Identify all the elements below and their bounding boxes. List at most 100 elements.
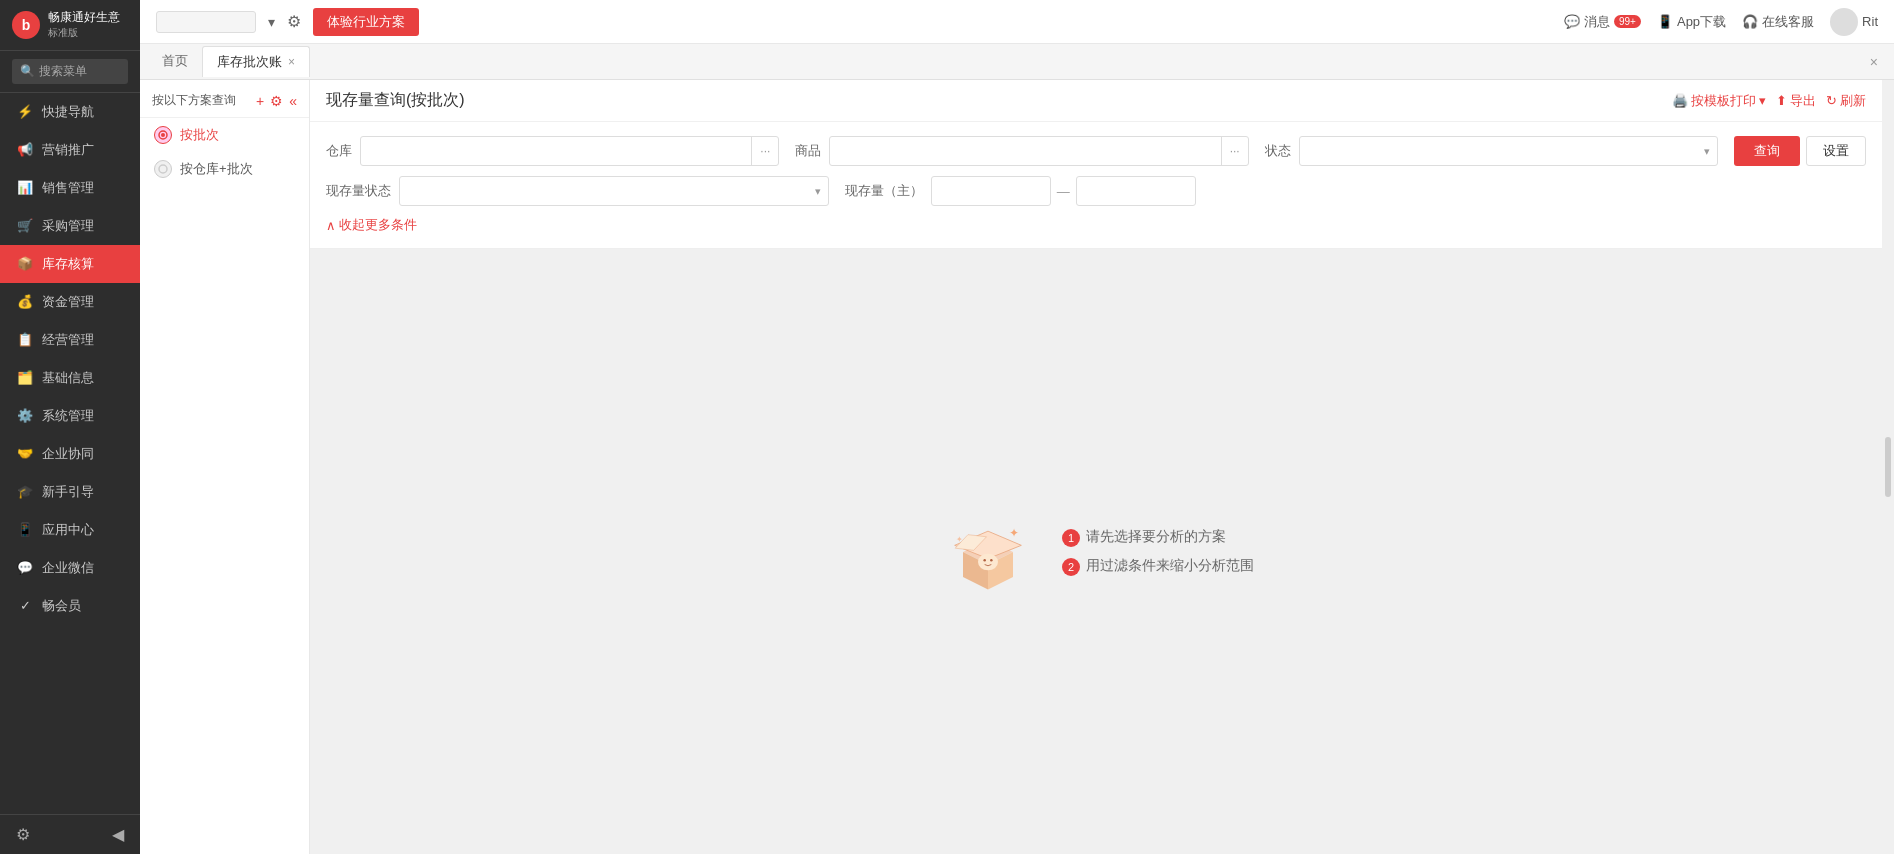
- stock-qty-field: 现存量（主） —: [845, 176, 1348, 206]
- collapse-filter-btn[interactable]: «: [289, 93, 297, 109]
- tab-home[interactable]: 首页: [148, 46, 202, 78]
- headset-icon: 🎧: [1742, 14, 1758, 29]
- tab-active-label: 库存批次账: [217, 53, 282, 71]
- sidebar-item-app[interactable]: 📱 应用中心: [0, 511, 140, 549]
- sidebar-search-area[interactable]: 🔍 搜索菜单: [0, 51, 140, 93]
- form-row-1: 仓库 ··· 商品 ··· 状态: [326, 136, 1866, 166]
- nav-label: 系统管理: [42, 407, 94, 425]
- warehouse-label: 仓库: [326, 142, 352, 160]
- empty-state: ✦ ✦ 1 请先选择要分析的方案 2 用过滤条件来缩小分析范围: [310, 249, 1882, 854]
- status-select[interactable]: 在库 已出库: [1299, 136, 1718, 166]
- refresh-icon: ↻: [1826, 93, 1837, 108]
- messages-action[interactable]: 💬 消息 99+: [1564, 13, 1641, 31]
- query-btn[interactable]: 查询: [1734, 136, 1800, 166]
- basic-icon: 🗂️: [16, 369, 34, 387]
- sidebar-item-guide[interactable]: 🎓 新手引导: [0, 473, 140, 511]
- range-separator: —: [1051, 184, 1076, 199]
- page-container: 按以下方案查询 + ⚙ « 按批次 按仓库+批次: [140, 80, 1894, 854]
- form-row-2: 现存量状态 正常 不足 ▾ 现存量（主） —: [326, 176, 1866, 206]
- app-download-action[interactable]: 📱 App下载: [1657, 13, 1726, 31]
- export-btn[interactable]: ⬆ 导出: [1776, 92, 1816, 110]
- goods-label: 商品: [795, 142, 821, 160]
- nav-label: 经营管理: [42, 331, 94, 349]
- nav-label: 库存核算: [42, 255, 94, 273]
- goods-input-wrapper: ···: [829, 136, 1248, 166]
- collapse-sidebar-icon[interactable]: ◀: [112, 825, 124, 844]
- settings-btn[interactable]: 设置: [1806, 136, 1866, 166]
- filter-item-by-warehouse-batch[interactable]: 按仓库+批次: [140, 152, 309, 186]
- tip-text-1: 请先选择要分析的方案: [1086, 528, 1226, 546]
- export-icon: ⬆: [1776, 93, 1787, 108]
- collapse-icon: ∧: [326, 218, 336, 233]
- app-download-label: App下载: [1677, 13, 1726, 31]
- sidebar-item-enterprise[interactable]: 🤝 企业协同: [0, 435, 140, 473]
- sidebar-item-inventory[interactable]: 📦 库存核算: [0, 245, 140, 283]
- messages-badge: 99+: [1614, 15, 1641, 28]
- stock-qty-max-input[interactable]: [1076, 176, 1196, 206]
- add-scheme-btn[interactable]: +: [256, 93, 264, 109]
- app-download-icon: 📱: [1657, 14, 1673, 29]
- nav-label: 快捷导航: [42, 103, 94, 121]
- print-label: 按模板打印: [1691, 92, 1756, 110]
- close-tab-right-icon[interactable]: ×: [1862, 54, 1886, 70]
- sidebar-item-basic[interactable]: 🗂️ 基础信息: [0, 359, 140, 397]
- filter-item-by-batch[interactable]: 按批次: [140, 118, 309, 152]
- sidebar-nav: ⚡ 快捷导航 📢 营销推广 📊 销售管理 🛒 采购管理 📦 库存核算 💰 资金管…: [0, 93, 140, 814]
- company-name: 畅康通好生意: [48, 10, 120, 26]
- print-icon: 🖨️: [1672, 93, 1688, 108]
- right-scrollbar[interactable]: [1882, 80, 1894, 854]
- nav-label: 营销推广: [42, 141, 94, 159]
- refresh-btn[interactable]: ↻ 刷新: [1826, 92, 1866, 110]
- user-name: Rit: [1862, 14, 1878, 29]
- system-icon: ⚙️: [16, 407, 34, 425]
- nav-label: 新手引导: [42, 483, 94, 501]
- scheme-settings-btn[interactable]: ⚙: [270, 93, 283, 109]
- breadcrumb-input[interactable]: [156, 11, 256, 33]
- stock-status-select[interactable]: 正常 不足: [399, 176, 829, 206]
- stock-qty-label: 现存量（主）: [845, 182, 923, 200]
- dropdown-btn[interactable]: ▾: [268, 14, 275, 30]
- filter-item-warehouse-batch-label: 按仓库+批次: [180, 160, 253, 178]
- goods-extra-btn[interactable]: ···: [1221, 137, 1248, 165]
- search-form: 仓库 ··· 商品 ··· 状态: [310, 122, 1882, 249]
- sidebar-item-system[interactable]: ⚙️ 系统管理: [0, 397, 140, 435]
- tab-inventory-batch[interactable]: 库存批次账 ×: [202, 46, 310, 77]
- tab-close-icon[interactable]: ×: [288, 55, 295, 69]
- user-action[interactable]: Rit: [1830, 8, 1878, 36]
- svg-point-8: [978, 553, 998, 570]
- online-service-action[interactable]: 🎧 在线客服: [1742, 13, 1814, 31]
- print-template-btn[interactable]: 🖨️ 按模板打印 ▾: [1672, 92, 1766, 110]
- goods-input[interactable]: [830, 144, 1220, 159]
- tip-text-2: 用过滤条件来缩小分析范围: [1086, 557, 1254, 575]
- stock-qty-min-input[interactable]: [931, 176, 1051, 206]
- sidebar-item-member[interactable]: ✓ 畅会员: [0, 587, 140, 625]
- edition-label: 标准版: [48, 26, 120, 40]
- nav-label: 企业协同: [42, 445, 94, 463]
- collapse-conditions-btn[interactable]: ∧ 收起更多条件: [326, 216, 417, 234]
- wechat-icon: 💬: [16, 559, 34, 577]
- stock-status-select-wrapper: 正常 不足 ▾: [399, 176, 829, 206]
- settings-footer-icon[interactable]: ⚙: [16, 825, 30, 844]
- sidebar-item-purchase[interactable]: 🛒 采购管理: [0, 207, 140, 245]
- batch-dot: [154, 126, 172, 144]
- quick-nav-icon: ⚡: [16, 103, 34, 121]
- tab-home-label: 首页: [162, 53, 188, 68]
- tab-bar: 首页 库存批次账 × ×: [140, 44, 1894, 80]
- app-logo: b: [12, 11, 40, 39]
- sidebar-item-quick-nav[interactable]: ⚡ 快捷导航: [0, 93, 140, 131]
- filter-panel-title: 按以下方案查询: [152, 92, 236, 109]
- enterprise-icon: 🤝: [16, 445, 34, 463]
- sidebar-item-wechat[interactable]: 💬 企业微信: [0, 549, 140, 587]
- header-gear-btn[interactable]: ⚙: [287, 12, 301, 31]
- filter-panel-header: 按以下方案查询 + ⚙ «: [140, 92, 309, 118]
- sidebar-item-finance[interactable]: 💰 资金管理: [0, 283, 140, 321]
- try-industry-btn[interactable]: 体验行业方案: [313, 8, 419, 36]
- sidebar-item-sales[interactable]: 📊 销售管理: [0, 169, 140, 207]
- tip-num-1: 1: [1062, 529, 1080, 547]
- nav-label: 畅会员: [42, 597, 81, 615]
- warehouse-extra-btn[interactable]: ···: [751, 137, 778, 165]
- sidebar-search-input[interactable]: 🔍 搜索菜单: [12, 59, 128, 84]
- warehouse-input[interactable]: [361, 144, 751, 159]
- sidebar-item-operations[interactable]: 📋 经营管理: [0, 321, 140, 359]
- sidebar-item-marketing[interactable]: 📢 营销推广: [0, 131, 140, 169]
